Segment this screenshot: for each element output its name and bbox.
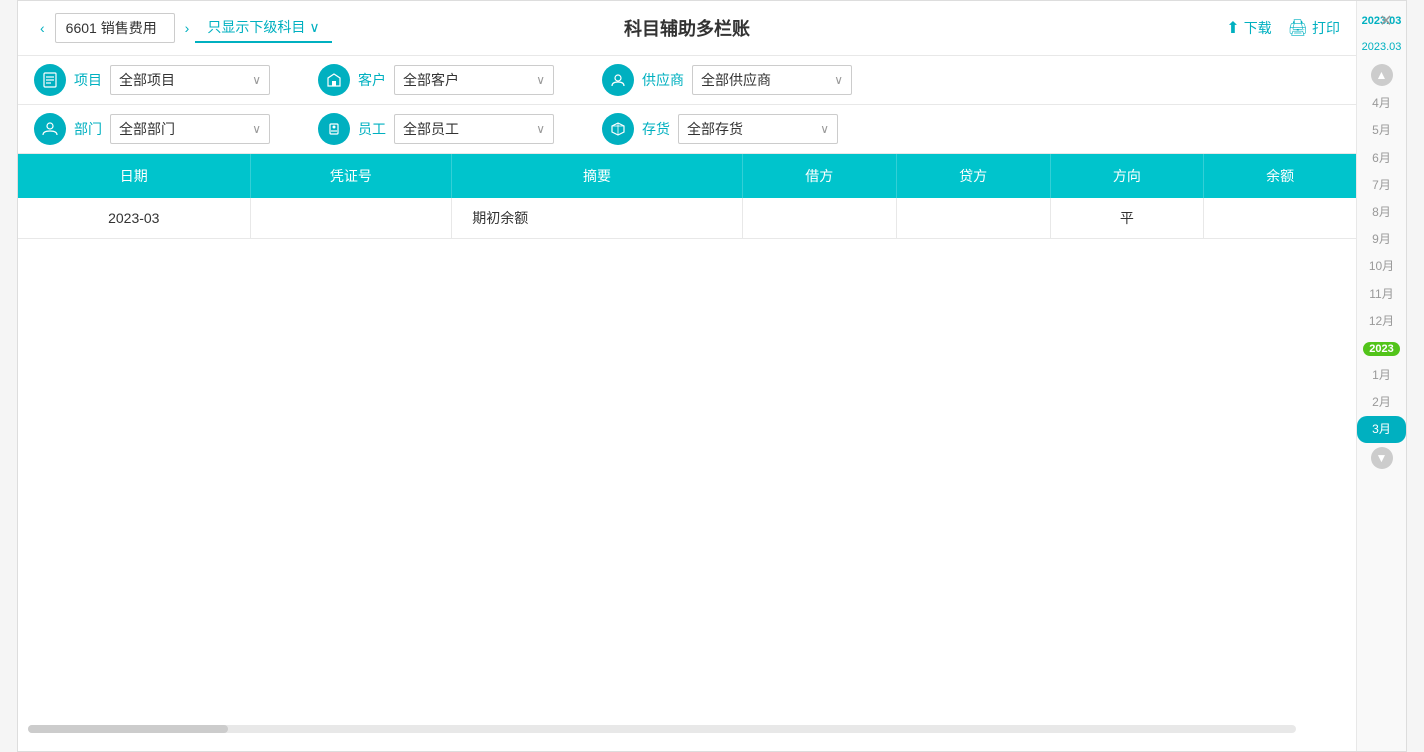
department-icon xyxy=(34,113,66,145)
col-debit: 借方 xyxy=(742,154,896,198)
filter-department: 部门 全部部门 ∨ xyxy=(34,113,294,145)
download-label: 下载 xyxy=(1244,18,1272,38)
col-credit: 贷方 xyxy=(896,154,1050,198)
filter-supplier: 供应商 全部供应商 ∨ xyxy=(602,64,862,96)
header-actions: ⬆ 下载 🖨 打印 xyxy=(1226,18,1340,38)
print-button[interactable]: 🖨 打印 xyxy=(1288,18,1340,38)
ledger-table: 日期 凭证号 摘要 借方 贷方 方向 余额 2023-03 期初余额 平 xyxy=(18,154,1356,239)
timeline-month-9[interactable]: 9月 xyxy=(1357,226,1406,253)
year-badge: 2023 xyxy=(1363,342,1399,356)
timeline-month-8[interactable]: 8月 xyxy=(1357,199,1406,226)
next-account-button[interactable]: › xyxy=(179,18,196,38)
customer-icon xyxy=(318,64,350,96)
col-date: 日期 xyxy=(18,154,250,198)
project-select[interactable]: 全部项目 ∨ xyxy=(110,65,270,95)
timeline-month-4[interactable]: 4月 xyxy=(1357,90,1406,117)
cell-balance xyxy=(1204,198,1356,239)
show-sub-account-button[interactable]: 只显示下级科目 ∨ xyxy=(195,13,331,43)
timeline-up-arrow[interactable]: ▲ xyxy=(1371,64,1393,86)
main-container: ✕ ‹ 6601 销售费用 › 只显示下级科目 ∨ 科目辅助多栏账 ⬆ xyxy=(17,0,1407,752)
supplier-icon xyxy=(602,64,634,96)
customer-value: 全部客户 xyxy=(403,70,459,90)
print-icon: 🖨 xyxy=(1288,18,1308,38)
timeline-month-1[interactable]: 1月 xyxy=(1357,362,1406,389)
download-icon: ⬆ xyxy=(1226,18,1239,38)
cell-credit xyxy=(896,198,1050,239)
filter-employee: 员工 全部员工 ∨ xyxy=(318,113,578,145)
timeline-down-arrow[interactable]: ▼ xyxy=(1371,447,1393,469)
cell-date: 2023-03 xyxy=(18,198,250,239)
timeline-month-5[interactable]: 5月 xyxy=(1357,117,1406,144)
col-direction: 方向 xyxy=(1050,154,1204,198)
timeline-month-3-selected[interactable]: 3月 xyxy=(1357,416,1406,443)
cell-direction: 平 xyxy=(1050,198,1204,239)
supplier-arrow-icon: ∨ xyxy=(834,73,843,87)
inventory-arrow-icon: ∨ xyxy=(820,122,829,136)
department-value: 全部部门 xyxy=(119,119,175,139)
col-summary: 摘要 xyxy=(452,154,743,198)
col-voucher: 凭证号 xyxy=(250,154,452,198)
project-icon xyxy=(34,64,66,96)
horizontal-scrollbar[interactable] xyxy=(18,723,1356,743)
col-balance: 余额 xyxy=(1204,154,1356,198)
filter-project: 项目 全部项目 ∨ xyxy=(34,64,294,96)
filter-inventory: 存货 全部存货 ∨ xyxy=(602,113,862,145)
filter-row-1: 项目 全部项目 ∨ 客户 全部客户 ∨ xyxy=(18,56,1356,105)
content-area: ‹ 6601 销售费用 › 只显示下级科目 ∨ 科目辅助多栏账 ⬆ 下载 xyxy=(18,1,1406,751)
account-code: 6601 xyxy=(66,20,97,36)
print-label: 打印 xyxy=(1312,18,1340,38)
employee-select[interactable]: 全部员工 ∨ xyxy=(394,114,554,144)
table-container: 日期 凭证号 摘要 借方 贷方 方向 余额 2023-03 期初余额 平 xyxy=(18,154,1356,723)
inventory-value: 全部存货 xyxy=(687,119,743,139)
project-label: 项目 xyxy=(74,70,102,90)
inventory-label: 存货 xyxy=(642,119,670,139)
right-sidebar: 2023.03 2023.03 ▲ 4月 5月 6月 7月 8月 9月 10月 … xyxy=(1356,1,1406,751)
filter-row-2: 部门 全部部门 ∨ 员工 全部员工 ∨ xyxy=(18,105,1356,154)
customer-arrow-icon: ∨ xyxy=(536,73,545,87)
timeline-month-11[interactable]: 11月 xyxy=(1357,281,1406,308)
year-badge-container: 2023 xyxy=(1363,335,1399,362)
department-select[interactable]: 全部部门 ∨ xyxy=(110,114,270,144)
close-button[interactable]: ✕ xyxy=(1376,11,1396,31)
table-row: 2023-03 期初余额 平 xyxy=(18,198,1356,239)
filter-customer: 客户 全部客户 ∨ xyxy=(318,64,578,96)
customer-select[interactable]: 全部客户 ∨ xyxy=(394,65,554,95)
account-nav: ‹ 6601 销售费用 › xyxy=(34,13,195,43)
timeline-month-6[interactable]: 6月 xyxy=(1357,145,1406,172)
project-value: 全部项目 xyxy=(119,70,175,90)
prev-account-button[interactable]: ‹ xyxy=(34,18,51,38)
project-arrow-icon: ∨ xyxy=(252,73,261,87)
header: ‹ 6601 销售费用 › 只显示下级科目 ∨ 科目辅助多栏账 ⬆ 下载 xyxy=(18,1,1356,56)
download-button[interactable]: ⬆ 下载 xyxy=(1226,18,1271,38)
scrollbar-thumb[interactable] xyxy=(28,725,228,733)
inventory-select[interactable]: 全部存货 ∨ xyxy=(678,114,838,144)
page-title: 科目辅助多栏账 xyxy=(624,15,750,41)
timeline-month-2[interactable]: 2月 xyxy=(1357,389,1406,416)
customer-label: 客户 xyxy=(358,70,386,90)
table-header-row: 日期 凭证号 摘要 借方 贷方 方向 余额 xyxy=(18,154,1356,198)
department-label: 部门 xyxy=(74,119,102,139)
cell-debit xyxy=(742,198,896,239)
supplier-value: 全部供应商 xyxy=(701,70,771,90)
employee-value: 全部员工 xyxy=(403,119,459,139)
scrollbar-track xyxy=(28,725,1296,733)
inventory-icon xyxy=(602,113,634,145)
cell-voucher xyxy=(250,198,452,239)
employee-label: 员工 xyxy=(358,119,386,139)
account-name: 销售费用 xyxy=(101,20,157,36)
timeline-month-10[interactable]: 10月 xyxy=(1357,253,1406,280)
timeline-month-7[interactable]: 7月 xyxy=(1357,172,1406,199)
timeline-period-active-2[interactable]: 2023.03 xyxy=(1357,35,1406,61)
supplier-select[interactable]: 全部供应商 ∨ xyxy=(692,65,852,95)
department-arrow-icon: ∨ xyxy=(252,122,261,136)
supplier-label: 供应商 xyxy=(642,70,684,90)
employee-arrow-icon: ∨ xyxy=(536,122,545,136)
show-sub-label: 只显示下级科目 xyxy=(207,17,305,37)
cell-summary: 期初余额 xyxy=(452,198,743,239)
timeline-month-12[interactable]: 12月 xyxy=(1357,308,1406,335)
employee-icon xyxy=(318,113,350,145)
account-display: 6601 销售费用 xyxy=(55,13,175,43)
dropdown-arrow-icon: ∨ xyxy=(309,19,319,36)
